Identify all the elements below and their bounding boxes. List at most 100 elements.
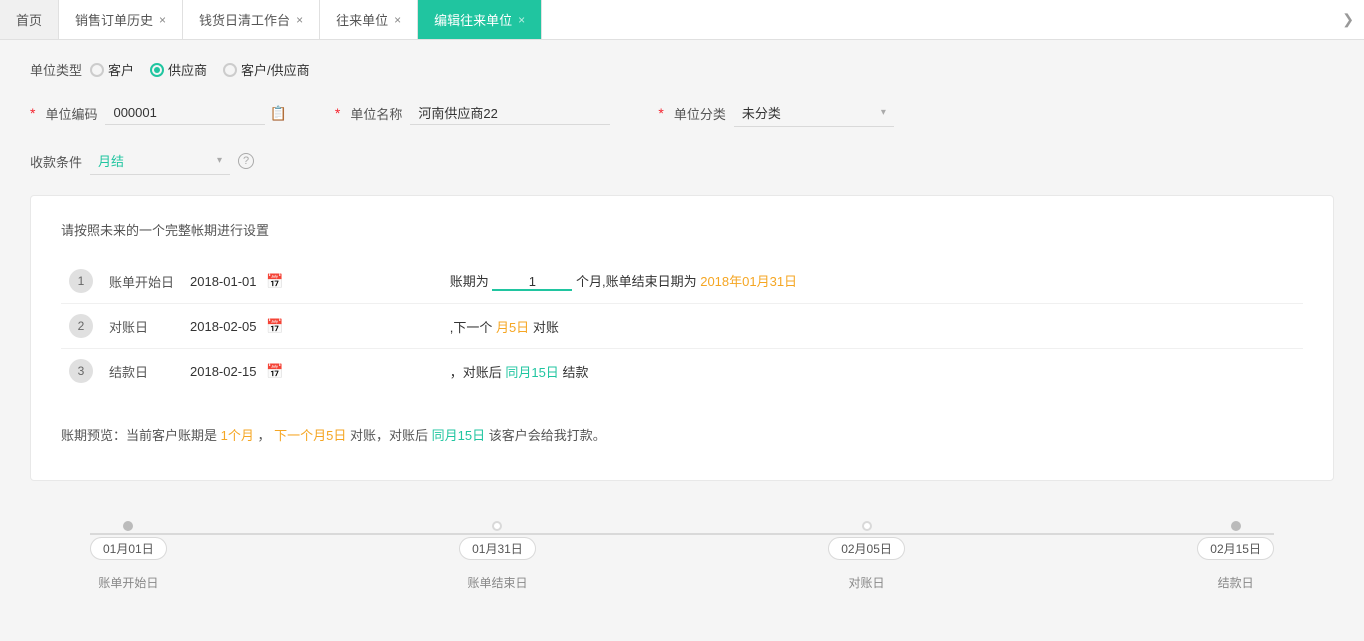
preview-1: 1个月 (221, 428, 254, 443)
radio-both[interactable]: 客户/供应商 (223, 60, 310, 79)
step-1-date-cell: 2018-01-01 📅 (182, 259, 442, 304)
tab-partner-units-label: 往来单位 (336, 10, 388, 29)
radio-customer-circle (90, 63, 104, 77)
step-row-1: 1 账单开始日 2018-01-01 📅 账期为 个月,账单结束日期为 2018… (61, 259, 1303, 304)
step-1-highlight: 2018年01月31日 (700, 274, 797, 289)
timeline-node-2: 02月05日 对账日 (828, 521, 905, 591)
copy-icon[interactable]: 📋 (269, 105, 286, 122)
step-2-suffix-pre: ,下一个 (450, 320, 493, 335)
unit-name-label: 单位名称 (350, 104, 402, 123)
timeline-node-1: 01月31日 账单结束日 (459, 521, 536, 591)
tab-bar: 首页 销售订单历史 × 钱货日清工作台 × 往来单位 × 编辑往来单位 × ❯ (0, 0, 1364, 40)
code-required: * (30, 105, 35, 121)
step-3-label: 结款日 (101, 349, 182, 394)
unit-code-input[interactable] (105, 101, 265, 125)
payment-value: 月结 (98, 151, 217, 170)
classify-required: * (658, 105, 663, 121)
step-3-calendar-icon[interactable]: 📅 (266, 363, 283, 379)
step-1-calendar-icon[interactable]: 📅 (266, 273, 283, 289)
step-3-suffix-pre: ，对账后 (450, 365, 502, 380)
timeline-node-0: 01月01日 账单开始日 (90, 521, 167, 591)
step-3-date: 2018-02-15 (190, 364, 257, 379)
step-2-date: 2018-02-05 (190, 319, 257, 334)
step-2-calendar-icon[interactable]: 📅 (266, 318, 283, 334)
tab-home[interactable]: 首页 (0, 0, 59, 39)
step-3-suffix-post: 结款 (562, 365, 588, 380)
tab-arrow[interactable]: ❯ (1332, 0, 1364, 39)
timeline-dot-1 (492, 521, 502, 531)
radio-group: 客户 供应商 客户/供应商 (90, 60, 310, 79)
payment-help-icon[interactable]: ? (238, 153, 254, 169)
preview-label: 账期预览：当前客户账期是 (61, 428, 217, 443)
timeline-dot-0 (123, 521, 133, 531)
timeline-badge-2: 02月05日 (828, 537, 905, 560)
payment-dropdown[interactable]: 月结 ▾ (90, 147, 230, 175)
step-1-label: 账单开始日 (101, 259, 182, 304)
step-2-desc-cell: ,下一个 月5日 对账 (442, 304, 1303, 349)
step-1-desc-cell: 账期为 个月,账单结束日期为 2018年01月31日 (442, 259, 1303, 304)
timeline-sublabel-2: 对账日 (849, 574, 885, 591)
step-1-number: 1 (69, 269, 93, 293)
tab-partner-units[interactable]: 往来单位 × (320, 0, 418, 39)
step-3-date-cell: 2018-02-15 📅 (182, 349, 442, 394)
unit-info-row: * 单位编码 📋 * 单位名称 * 单位分类 未分类 ▾ (30, 99, 1334, 127)
step-row-3: 3 结款日 2018-02-15 📅 ，对账后 同月15日 结款 (61, 349, 1303, 394)
timeline-nodes: 01月01日 账单开始日 01月31日 账单结束日 02月05日 对账日 02月… (90, 521, 1274, 591)
panel-box: 请按照未来的一个完整帐期进行设置 1 账单开始日 2018-01-01 📅 (30, 195, 1334, 481)
panel-title: 请按照未来的一个完整帐期进行设置 (61, 220, 1303, 239)
radio-customer[interactable]: 客户 (90, 60, 134, 79)
timeline-badge-0: 01月01日 (90, 537, 167, 560)
step-2-suffix-post: 对账 (533, 320, 559, 335)
step-1-date: 2018-01-01 (190, 274, 257, 289)
payment-label: 收款条件 (30, 152, 82, 171)
step-row-2: 2 对账日 2018-02-05 📅 ,下一个 月5日 对账 (61, 304, 1303, 349)
step-3-highlight: 同月15日 (505, 365, 558, 380)
unit-code-wrap: 📋 (105, 101, 286, 125)
preview-mid: 对账，对账后 (350, 428, 428, 443)
tab-cash-workbench[interactable]: 钱货日清工作台 × (183, 0, 320, 39)
step-3-desc-cell: ，对账后 同月15日 结款 (442, 349, 1303, 394)
preview-text: 账期预览：当前客户账期是 1个月 ， 下一个月5日 对账，对账后 同月15日 该… (61, 413, 1303, 456)
name-required: * (335, 105, 340, 121)
tab-cash-workbench-close[interactable]: × (296, 14, 303, 26)
unit-type-row: 单位类型 客户 供应商 客户/供应商 (30, 60, 1334, 79)
tab-sales-history-close[interactable]: × (159, 14, 166, 26)
timeline-badge-1: 01月31日 (459, 537, 536, 560)
timeline-wrap: 01月01日 账单开始日 01月31日 账单结束日 02月05日 对账日 02月… (30, 501, 1334, 621)
timeline-node-3: 02月15日 结款日 (1197, 521, 1274, 591)
chevron-right-icon: ❯ (1342, 11, 1354, 28)
steps-table: 1 账单开始日 2018-01-01 📅 账期为 个月,账单结束日期为 2018… (61, 259, 1303, 393)
tab-cash-workbench-label: 钱货日清工作台 (199, 10, 290, 29)
radio-supplier-label: 供应商 (168, 60, 207, 79)
radio-supplier-circle (150, 63, 164, 77)
unit-name-input[interactable] (410, 101, 610, 125)
main-content: 单位类型 客户 供应商 客户/供应商 * 单位编码 📋 * 单位名称 * (0, 40, 1364, 641)
tab-edit-partner-close[interactable]: × (518, 14, 525, 26)
unit-classify-label: 单位分类 (674, 104, 726, 123)
tab-home-label: 首页 (16, 10, 42, 29)
step-2-number: 2 (69, 314, 93, 338)
step-1-suffix-post: 个月,账单结束日期为 (576, 274, 697, 289)
radio-customer-label: 客户 (108, 60, 134, 79)
tab-sales-history[interactable]: 销售订单历史 × (59, 0, 183, 39)
preview-end: 该客户会给我打款。 (489, 428, 606, 443)
radio-both-label: 客户/供应商 (241, 60, 310, 79)
step-1-suffix-pre: 账期为 (450, 274, 489, 289)
radio-both-circle (223, 63, 237, 77)
tab-edit-partner-label: 编辑往来单位 (434, 10, 512, 29)
tab-partner-units-close[interactable]: × (394, 14, 401, 26)
timeline-dot-3 (1231, 521, 1241, 531)
classify-chevron-icon: ▾ (881, 107, 886, 118)
timeline-dot-2 (862, 521, 872, 531)
tab-edit-partner[interactable]: 编辑往来单位 × (418, 0, 542, 39)
preview-3: 同月15日 (432, 428, 485, 443)
payment-row: 收款条件 月结 ▾ ? (30, 147, 1334, 175)
step-2-label: 对账日 (101, 304, 182, 349)
unit-classify-dropdown[interactable]: 未分类 ▾ (734, 99, 894, 127)
payment-chevron-icon: ▾ (217, 155, 222, 166)
tab-sales-history-label: 销售订单历史 (75, 10, 153, 29)
unit-code-label: 单位编码 (45, 104, 97, 123)
period-input[interactable] (492, 274, 572, 291)
radio-supplier[interactable]: 供应商 (150, 60, 207, 79)
unit-classify-value: 未分类 (742, 103, 877, 122)
